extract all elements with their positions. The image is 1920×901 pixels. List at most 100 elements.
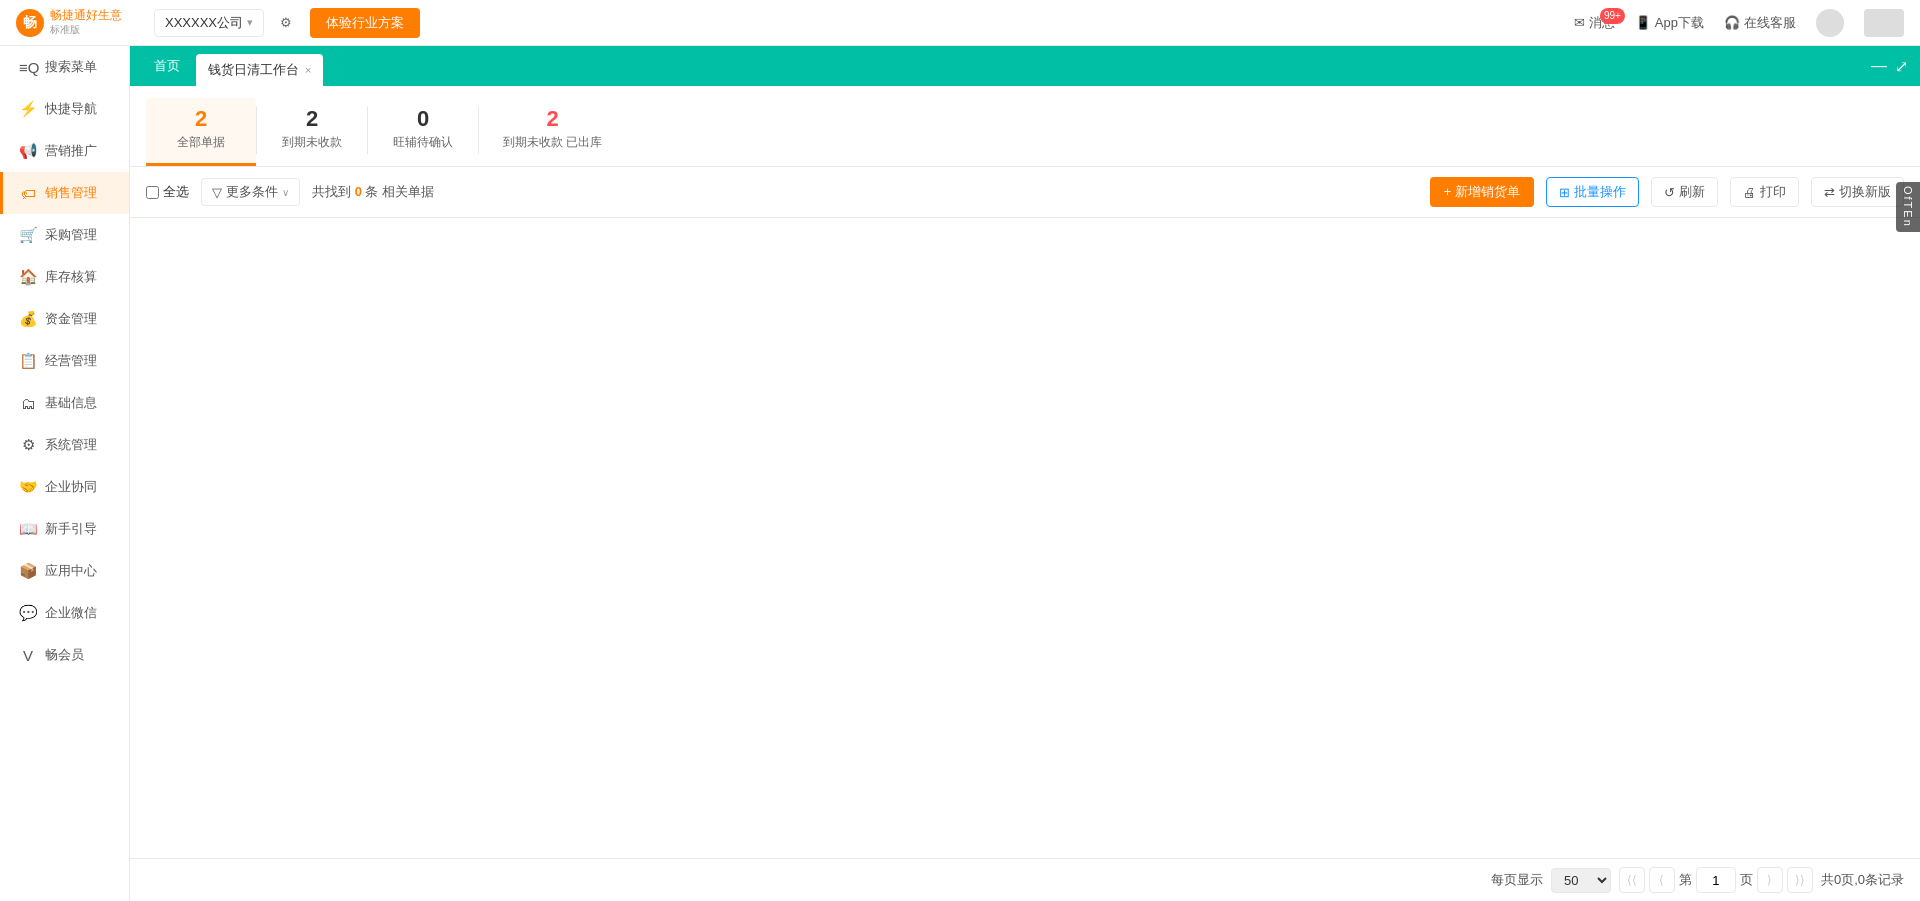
last-page-button[interactable]: ⟩⟩: [1787, 867, 1813, 893]
sidebar-item-经营管理[interactable]: 📋 经营管理: [0, 340, 129, 382]
sidebar-item-label: 快捷导航: [45, 100, 97, 118]
app-download-button[interactable]: 📱 App下载: [1635, 14, 1704, 32]
per-page-select[interactable]: 50 100 200: [1551, 868, 1611, 893]
filter-button[interactable]: ▽ 更多条件 ∨: [201, 178, 300, 206]
stat-tab-1[interactable]: 2 到期未收款: [257, 98, 367, 166]
filter-icon: ▽: [212, 185, 222, 200]
sidebar-icon: 🏷: [19, 185, 37, 202]
sidebar-icon: 📖: [19, 520, 37, 538]
main-layout: ≡Q 搜索菜单⚡ 快捷导航📢 营销推广🏷 销售管理🛒 采购管理🏠 库存核算💰 资…: [0, 46, 1920, 901]
sidebar-item-企业协同[interactable]: 🤝 企业协同: [0, 466, 129, 508]
toolbar: 全选 ▽ 更多条件 ∨ 共找到 0 条 相关单据 + 新增销货单 ⊞: [130, 167, 1920, 218]
pagination-nav: ⟨⟨ ⟨ 第 页 ⟩ ⟩⟩: [1619, 867, 1813, 893]
tab-close-icon[interactable]: ×: [305, 64, 311, 76]
stat-number: 0: [417, 106, 429, 132]
pagination-bar: 每页显示 50 100 200 ⟨⟨ ⟨ 第 页 ⟩ ⟩⟩ 共0页,0条记录: [130, 858, 1920, 901]
sidebar-icon: 💰: [19, 310, 37, 328]
sidebar-item-销售管理[interactable]: 🏷 销售管理: [0, 172, 129, 214]
select-all-checkbox[interactable]: 全选: [146, 183, 189, 201]
logo-sub: 标准版: [50, 23, 122, 37]
sidebar-item-资金管理[interactable]: 💰 资金管理: [0, 298, 129, 340]
often-badge[interactable]: OfTEn: [1896, 182, 1920, 232]
service-icon: 🎧: [1724, 15, 1740, 30]
tab-bar: 首页 钱货日清工作台 × — ⤢: [130, 46, 1920, 86]
stat-tab-2[interactable]: 0 旺辅待确认: [368, 98, 478, 166]
tab-current[interactable]: 钱货日清工作台 ×: [196, 54, 323, 86]
sidebar-icon: ≡Q: [19, 59, 37, 76]
refresh-icon: ↺: [1664, 185, 1675, 200]
sidebar-icon: 📦: [19, 562, 37, 580]
message-button[interactable]: ✉ 消息 99+: [1574, 14, 1615, 32]
tab-home[interactable]: 首页: [142, 46, 192, 86]
logo-area: 畅 畅捷通好生意 标准版: [16, 8, 146, 38]
gear-icon: ⚙: [280, 15, 292, 30]
stat-number: 2: [306, 106, 318, 132]
company-name: XXXXXX公司: [165, 14, 243, 32]
online-service-button[interactable]: 🎧 在线客服: [1724, 14, 1796, 32]
new-sales-button[interactable]: + 新增销货单: [1430, 177, 1534, 207]
sidebar-item-营销推广[interactable]: 📢 营销推广: [0, 130, 129, 172]
sidebar-item-搜索菜单[interactable]: ≡Q 搜索菜单: [0, 46, 129, 88]
sidebar-item-label: 系统管理: [45, 436, 97, 454]
stats-tabs: 2 全部单据2 到期未收款0 旺辅待确认2 到期未收款 已出库: [130, 86, 1920, 167]
logo-icon: 畅: [16, 9, 44, 37]
found-text: 共找到 0 条 相关单据: [312, 183, 434, 201]
content-area: 首页 钱货日清工作台 × — ⤢ 2 全部单据2 到期未收款0 旺辅待确认: [130, 46, 1920, 901]
sidebar-item-采购管理[interactable]: 🛒 采购管理: [0, 214, 129, 256]
toolbar-right: + 新增销货单 ⊞ 批量操作 ↺ 刷新 🖨 打印 ⇄: [1430, 177, 1904, 207]
sidebar-item-label: 采购管理: [45, 226, 97, 244]
message-icon: ✉: [1574, 15, 1585, 30]
sidebar-item-库存核算[interactable]: 🏠 库存核算: [0, 256, 129, 298]
tab-minimize-icon[interactable]: —: [1871, 57, 1887, 76]
sidebar-icon: 📢: [19, 142, 37, 160]
sidebar-item-快捷导航[interactable]: ⚡ 快捷导航: [0, 88, 129, 130]
sidebar-item-label: 库存核算: [45, 268, 97, 286]
stat-label: 到期未收款 已出库: [503, 134, 602, 151]
batch-operation-button[interactable]: ⊞ 批量操作: [1546, 177, 1639, 207]
sidebar-item-label: 销售管理: [45, 184, 97, 202]
sidebar-icon: V: [19, 647, 37, 664]
first-page-button[interactable]: ⟨⟨: [1619, 867, 1645, 893]
stat-number: 2: [547, 106, 559, 132]
message-badge: 99+: [1600, 8, 1625, 24]
stat-label: 旺辅待确认: [393, 134, 453, 151]
logo-name: 畅捷通好生意: [50, 8, 122, 24]
prev-page-button[interactable]: ⟨: [1649, 867, 1675, 893]
table-area: [130, 218, 1920, 858]
sidebar-item-系统管理[interactable]: ⚙ 系统管理: [0, 424, 129, 466]
filter-label: 更多条件: [226, 183, 278, 201]
avatar[interactable]: [1816, 9, 1844, 37]
sidebar-item-label: 企业微信: [45, 604, 97, 622]
sidebar-item-企业微信[interactable]: 💬 企业微信: [0, 592, 129, 634]
stat-tab-0[interactable]: 2 全部单据: [146, 98, 256, 166]
stat-tab-3[interactable]: 2 到期未收款 已出库: [479, 98, 626, 166]
company-selector[interactable]: XXXXXX公司 ▾: [154, 9, 264, 37]
sidebar-item-label: 经营管理: [45, 352, 97, 370]
sidebar-item-基础信息[interactable]: 🗂 基础信息: [0, 382, 129, 424]
refresh-button[interactable]: ↺ 刷新: [1651, 177, 1718, 207]
settings-button[interactable]: ⚙: [272, 9, 300, 37]
switch-version-button[interactable]: ⇄ 切换新版: [1811, 177, 1904, 207]
print-icon: 🖨: [1743, 185, 1756, 200]
sidebar-item-新手引导[interactable]: 📖 新手引导: [0, 508, 129, 550]
page-suffix: 页: [1740, 871, 1753, 889]
page-content: 2 全部单据2 到期未收款0 旺辅待确认2 到期未收款 已出库 全选 ▽ 更多条: [130, 86, 1920, 901]
page-input[interactable]: [1696, 867, 1736, 893]
sidebar-item-label: 新手引导: [45, 520, 97, 538]
tab-maximize-icon[interactable]: ⤢: [1895, 57, 1908, 76]
next-page-button[interactable]: ⟩: [1757, 867, 1783, 893]
stat-label: 全部单据: [177, 134, 225, 151]
sidebar-item-畅会员[interactable]: V 畅会员: [0, 634, 129, 676]
online-service-label: 在线客服: [1744, 14, 1796, 32]
print-button[interactable]: 🖨 打印: [1730, 177, 1799, 207]
tab-label: 钱货日清工作台: [208, 61, 299, 79]
sidebar-item-label: 企业协同: [45, 478, 97, 496]
sidebar-item-label: 畅会员: [45, 646, 84, 664]
top-header: 畅 畅捷通好生意 标准版 XXXXXX公司 ▾ ⚙ 体验行业方案 ✉ 消息 99…: [0, 0, 1920, 46]
sidebar-item-应用中心[interactable]: 📦 应用中心: [0, 550, 129, 592]
stat-number: 2: [195, 106, 207, 132]
select-all-input[interactable]: [146, 186, 159, 199]
sidebar-icon: 💬: [19, 604, 37, 622]
experience-button[interactable]: 体验行业方案: [310, 8, 420, 38]
tab-actions: — ⤢: [1871, 57, 1908, 76]
